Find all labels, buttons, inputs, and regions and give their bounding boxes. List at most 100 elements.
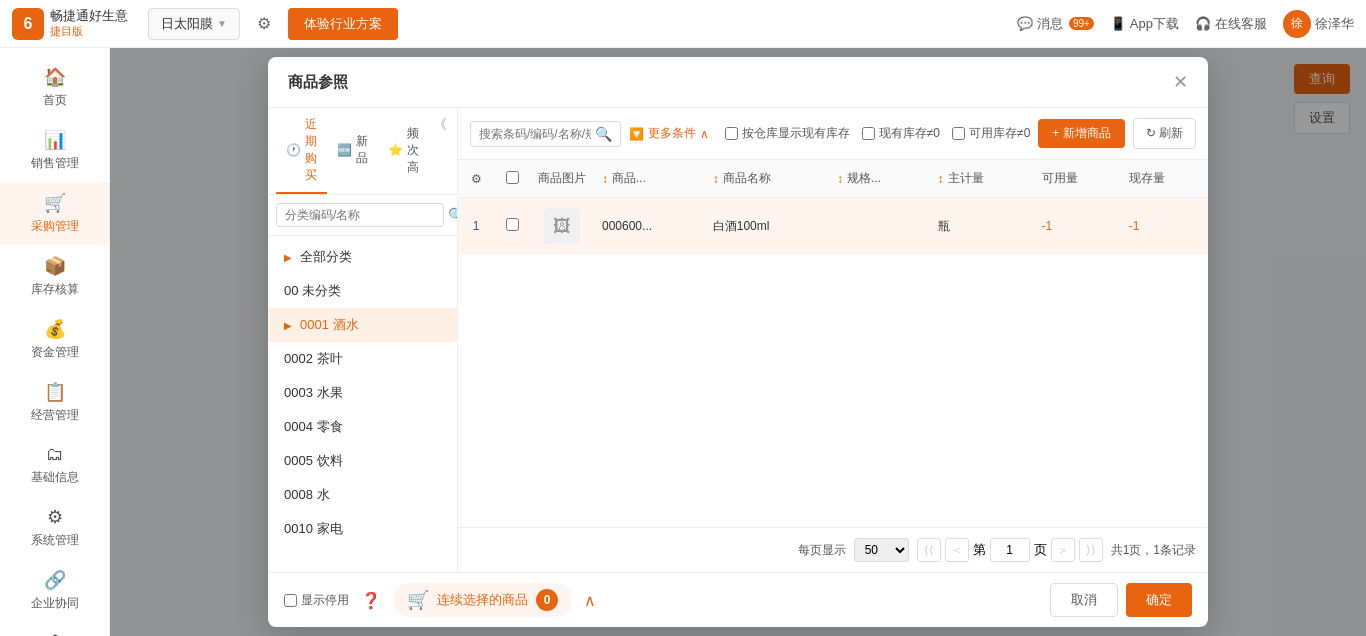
category-item-0001[interactable]: ▶ 0001 酒水 [268, 308, 457, 342]
sidebar-item-operations[interactable]: 📋 经营管理 [0, 371, 109, 434]
sidebar-item-home[interactable]: 🏠 首页 [0, 56, 109, 119]
show-disabled-checkbox[interactable]: 显示停用 [284, 592, 349, 609]
sidebar-item-enterprise[interactable]: 🔗 企业协同 [0, 559, 109, 622]
th-product-name: ↕ 商品名称 [705, 160, 829, 198]
th-spec-label: 规格... [847, 170, 881, 187]
demo-button[interactable]: 体验行业方案 [288, 8, 398, 40]
sort-icon-spec: ↕ [837, 172, 843, 186]
row-checkbox-cell [494, 198, 530, 255]
tab-new-products[interactable]: 🆕 新品 [327, 108, 378, 194]
checkbox-available-stock-input[interactable] [862, 127, 875, 140]
category-item-0004[interactable]: 0004 零食 [268, 410, 457, 444]
row-stock: -1 [1121, 198, 1208, 255]
sidebar-item-finance[interactable]: 💰 资金管理 [0, 308, 109, 371]
warehouse-selector[interactable]: 日太阳膜 ▼ [148, 8, 240, 40]
settings-icon[interactable]: ⚙ [248, 8, 280, 40]
last-page-button[interactable]: ⟩⟩ [1079, 538, 1103, 562]
user-avatar[interactable]: 徐 徐泽华 [1283, 10, 1354, 38]
tab-recent-purchase[interactable]: 🕐 近期购买 [276, 108, 327, 194]
cart-label: 连续选择的商品 [437, 591, 528, 609]
cart-button[interactable]: 🛒 连续选择的商品 0 [393, 583, 572, 617]
sidebar-item-inventory[interactable]: 📦 库存核算 [0, 245, 109, 308]
checkbox-by-warehouse[interactable]: 按仓库显示现有库存 [725, 125, 850, 142]
category-list: ▶ 全部分类 00 未分类 ▶ 0001 酒水 0002 茶 [268, 236, 457, 572]
messages-button[interactable]: 💬 消息 99+ [1017, 15, 1094, 33]
sidebar-item-system[interactable]: ⚙ 系统管理 [0, 496, 109, 559]
cart-count-badge: 0 [536, 589, 558, 611]
th-stock: 现存量 [1121, 160, 1208, 198]
category-item-uncategorized[interactable]: 00 未分类 [268, 274, 457, 308]
search-icon[interactable]: 🔍 [448, 207, 458, 223]
expand-icon[interactable]: ∧ [584, 591, 596, 610]
row-checkbox[interactable] [506, 218, 519, 231]
table-row[interactable]: 1 🖼 000600... 白酒100ml [458, 198, 1208, 255]
active-arrow-icon: ▶ [284, 320, 292, 331]
sidebar-label-system: 系统管理 [31, 532, 79, 549]
category-search-input[interactable] [276, 203, 444, 227]
top-navbar: 6 畅捷通好生意 捷目版 日太阳膜 ▼ ⚙ 体验行业方案 💬 消息 99+ 📱 … [0, 0, 1366, 48]
help-icon[interactable]: ❓ [361, 591, 381, 610]
th-unit: ↕ 主计量 [930, 160, 1034, 198]
checkbox-usable-stock[interactable]: 可用库存≠0 [952, 125, 1030, 142]
add-product-button[interactable]: + 新增商品 [1038, 119, 1124, 148]
confirm-button[interactable]: 确定 [1126, 583, 1192, 617]
online-service-button[interactable]: 🎧 在线客服 [1195, 15, 1267, 33]
recent-purchase-icon: 🕐 [286, 143, 301, 157]
product-search-input[interactable] [479, 127, 591, 141]
row-code: 000600... [594, 198, 705, 255]
page-nav: ⟨⟨ ＜ 第 页 ＞ ⟩⟩ [917, 538, 1103, 562]
sales-icon: 📊 [44, 129, 66, 151]
tab-high-frequency[interactable]: ⭐ 频次高 [378, 108, 429, 194]
category-0005-label: 0005 饮料 [284, 452, 343, 470]
modal-header: 商品参照 ✕ [268, 57, 1208, 108]
search-icon[interactable]: 🔍 [595, 126, 612, 142]
sidebar-item-guide[interactable]: 🎓 新手引导 [0, 622, 109, 636]
category-uncategorized-label: 00 未分类 [284, 282, 341, 300]
th-code-label: 商品... [612, 170, 646, 187]
search-bar: 🔍 🔽 更多条件 ∧ 按仓库显示现有库存 [458, 108, 1208, 160]
page-input[interactable] [990, 538, 1030, 562]
sort-icon-unit: ↕ [938, 172, 944, 186]
tab-recent-label: 近期购买 [305, 116, 317, 184]
category-item-0002[interactable]: 0002 茶叶 [268, 342, 457, 376]
high-freq-icon: ⭐ [388, 143, 403, 157]
sidebar-item-purchase[interactable]: 🛒 采购管理 [0, 182, 109, 245]
close-icon[interactable]: ✕ [1173, 71, 1188, 93]
message-icon: 💬 [1017, 16, 1033, 31]
category-item-0008[interactable]: 0008 水 [268, 478, 457, 512]
category-0010-label: 0010 家电 [284, 520, 343, 538]
select-all-checkbox[interactable] [506, 171, 519, 184]
app-download-button[interactable]: 📱 App下载 [1110, 15, 1179, 33]
cancel-button[interactable]: 取消 [1050, 583, 1118, 617]
row-product-img: 🖼 [530, 198, 594, 255]
sidebar-label-sales: 销售管理 [31, 155, 79, 172]
show-disabled-input[interactable] [284, 594, 297, 607]
new-products-icon: 🆕 [337, 143, 352, 157]
enterprise-icon: 🔗 [44, 569, 66, 591]
sidebar-item-basic-info[interactable]: 🗂 基础信息 [0, 434, 109, 496]
filter-button[interactable]: 🔽 更多条件 ∧ [629, 125, 709, 142]
table-body: 1 🖼 000600... 白酒100ml [458, 198, 1208, 255]
sidebar-item-sales[interactable]: 📊 销售管理 [0, 119, 109, 182]
checkbox-available-stock[interactable]: 现有库存≠0 [862, 125, 940, 142]
logo-sub: 捷目版 [50, 24, 128, 39]
category-item-0005[interactable]: 0005 饮料 [268, 444, 457, 478]
category-item-0010[interactable]: 0010 家电 [268, 512, 457, 546]
checkbox-usable-stock-input[interactable] [952, 127, 965, 140]
checkbox-available-stock-label: 现有库存≠0 [879, 125, 940, 142]
category-item-0003[interactable]: 0003 水果 [268, 376, 457, 410]
next-page-button[interactable]: ＞ [1051, 538, 1075, 562]
th-stock-label: 现存量 [1129, 171, 1165, 185]
th-gear: ⚙ [458, 160, 494, 198]
checkbox-by-warehouse-input[interactable] [725, 127, 738, 140]
collapse-icon[interactable]: 《 [429, 108, 451, 194]
category-item-all[interactable]: ▶ 全部分类 [268, 240, 457, 274]
logo-icon: 6 [12, 8, 44, 40]
first-page-button[interactable]: ⟨⟨ [917, 538, 941, 562]
refresh-button[interactable]: ↻ 刷新 [1133, 118, 1196, 149]
category-0008-label: 0008 水 [284, 486, 330, 504]
gear-icon[interactable]: ⚙ [471, 172, 482, 186]
page-size-select[interactable]: 10 20 50 100 [854, 538, 909, 562]
prev-page-button[interactable]: ＜ [945, 538, 969, 562]
category-0003-label: 0003 水果 [284, 384, 343, 402]
